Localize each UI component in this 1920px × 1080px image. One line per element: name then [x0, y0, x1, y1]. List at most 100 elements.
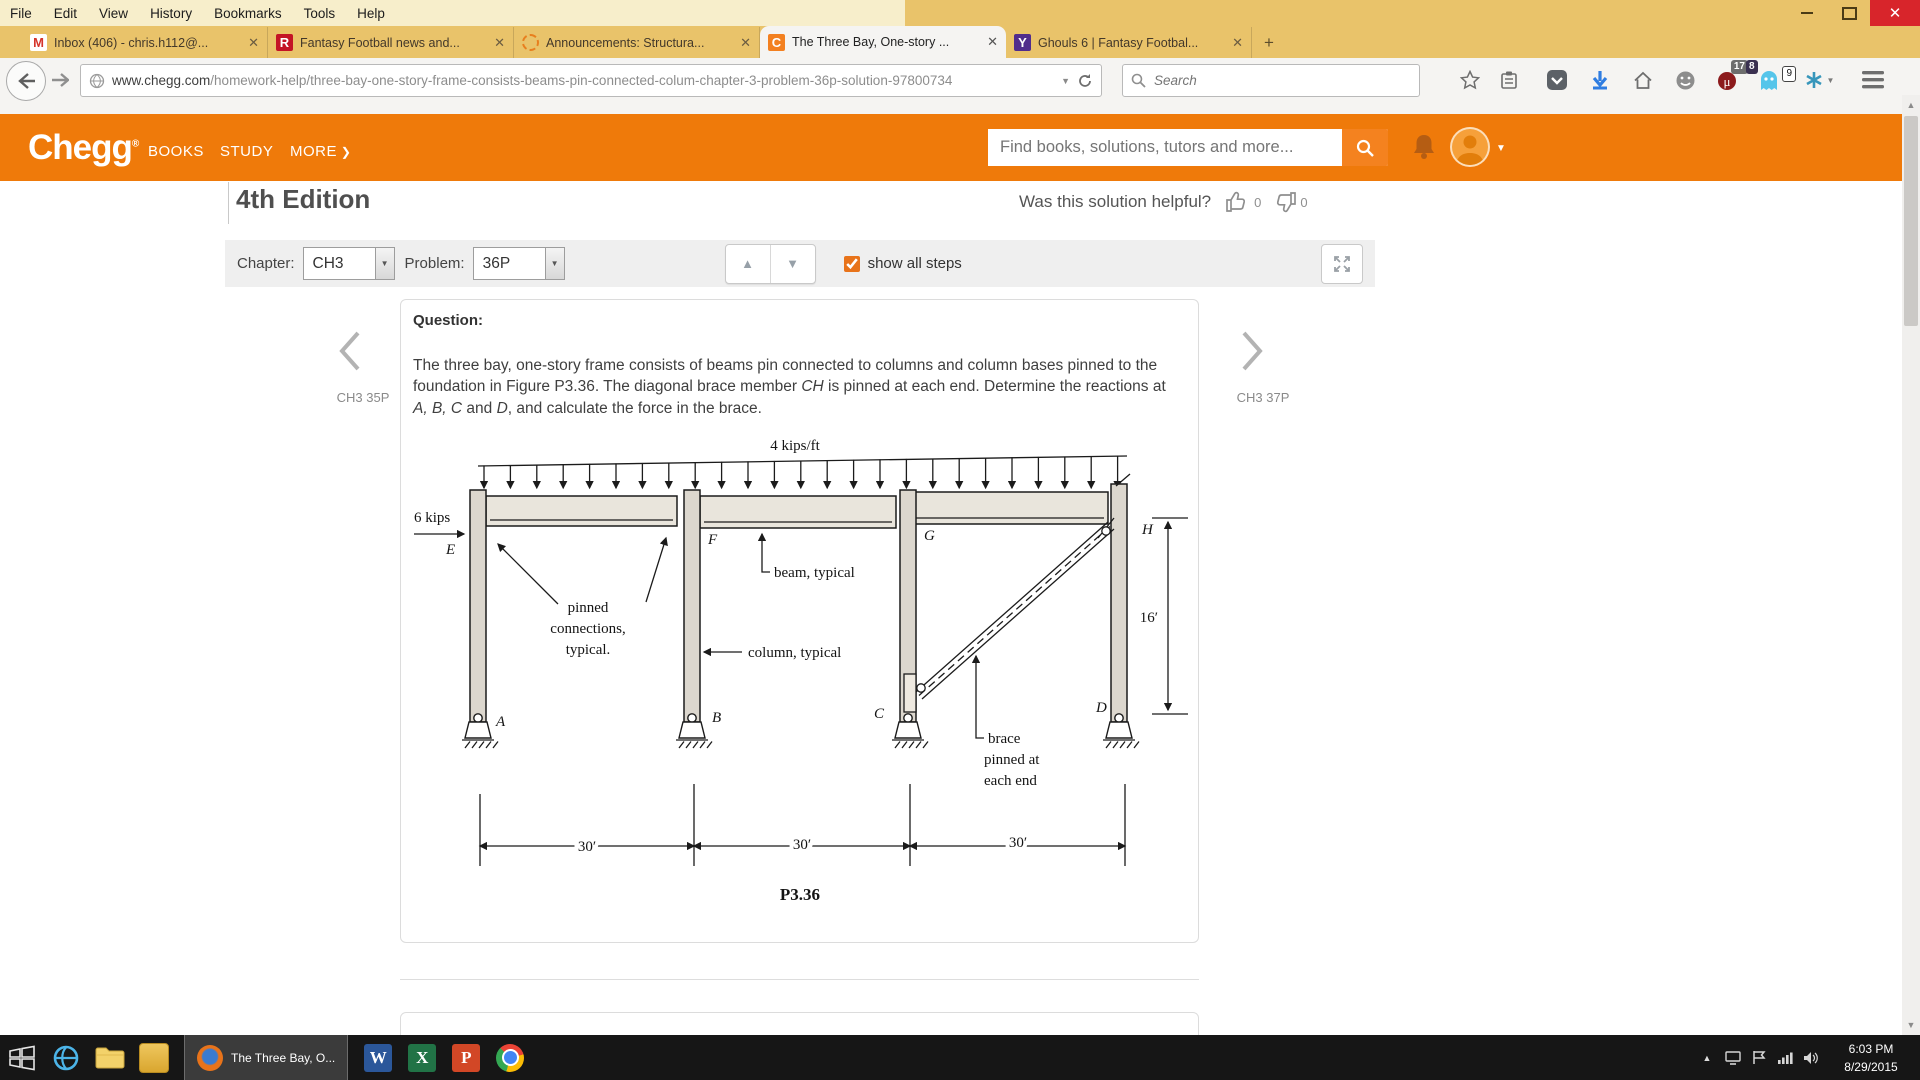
edition-title: 4th Edition [236, 184, 370, 215]
browser-search-bar[interactable] [1122, 64, 1420, 97]
firefox-icon [197, 1045, 223, 1071]
url-bar[interactable]: www.chegg.com/homework-help/three-bay-on… [80, 64, 1102, 97]
chegg-search-button[interactable] [1342, 129, 1388, 166]
menu-view[interactable]: View [99, 6, 128, 21]
bookmark-star-icon[interactable] [1453, 64, 1487, 96]
tray-display-icon[interactable] [1720, 1035, 1746, 1080]
yellow-app-icon[interactable] [132, 1035, 176, 1080]
bookmarks-clipboard-icon[interactable] [1492, 64, 1526, 96]
chegg-search-input[interactable] [988, 129, 1342, 166]
menu-tools[interactable]: Tools [304, 6, 336, 21]
node-F: F [707, 532, 718, 548]
minimize-button[interactable] [1786, 0, 1828, 26]
new-tab-button[interactable]: + [1252, 30, 1286, 56]
account-chevron-down-icon[interactable]: ▼ [1496, 143, 1506, 154]
column-FB [684, 490, 700, 722]
firefox-taskbar-button[interactable]: The Three Bay, O... [184, 1035, 348, 1080]
nav-books[interactable]: BOOKS [148, 143, 204, 160]
beam-3 [912, 492, 1108, 524]
tab-close-icon[interactable]: ✕ [488, 35, 505, 51]
tab-announcements[interactable]: Announcements: Structura... ✕ [514, 27, 760, 58]
menu-edit[interactable]: Edit [54, 6, 77, 21]
scrollbar-thumb[interactable] [1904, 116, 1918, 326]
tab-close-icon[interactable]: ✕ [242, 35, 259, 51]
tab-chegg-active[interactable]: C The Three Bay, One-story ... ✕ [760, 26, 1006, 58]
chegg-logo[interactable]: Chegg® [28, 130, 138, 165]
tab-fantasy-news[interactable]: R Fantasy Football news and... ✕ [268, 27, 514, 58]
tab-close-icon[interactable]: ✕ [1226, 35, 1243, 51]
node-C: C [874, 706, 885, 722]
url-dropdown-icon[interactable]: ▼ [1054, 76, 1077, 86]
taskbar-clock[interactable]: 6:03 PM 8/29/2015 [1830, 1040, 1912, 1076]
tab-close-icon[interactable]: ✕ [734, 35, 751, 51]
step-down-button[interactable]: ▼ [771, 245, 815, 283]
problem-select[interactable]: 36P ▼ [473, 247, 565, 280]
next-problem-chevron[interactable] [1240, 330, 1264, 372]
fullscreen-button[interactable] [1321, 244, 1363, 284]
share-icon[interactable]: ▼ [1798, 64, 1840, 96]
ghostery-icon[interactable]: 8 9 [1752, 64, 1786, 96]
powerpoint-icon[interactable]: P [444, 1035, 488, 1080]
tray-network-icon[interactable] [1772, 1035, 1798, 1080]
prev-problem-chevron[interactable] [338, 330, 362, 372]
tab-title: Ghouls 6 | Fantasy Footbal... [1038, 36, 1226, 50]
browser-search-input[interactable] [1152, 72, 1411, 89]
thumbs-up-button[interactable]: 0 [1225, 190, 1261, 214]
ghostery-badge: 8 [1746, 60, 1758, 74]
chrome-icon[interactable] [488, 1035, 532, 1080]
word-icon[interactable]: W [356, 1035, 400, 1080]
start-button[interactable] [0, 1035, 44, 1080]
divider [400, 979, 1199, 980]
menu-file[interactable]: File [10, 6, 32, 21]
smiley-icon[interactable] [1668, 64, 1702, 96]
close-button[interactable]: ✕ [1870, 0, 1920, 26]
menu-history[interactable]: History [150, 6, 192, 21]
tab-title: Fantasy Football news and... [300, 36, 488, 50]
home-icon[interactable] [1626, 64, 1660, 96]
step-up-button[interactable]: ▲ [726, 245, 771, 283]
svg-text:brace: brace [988, 731, 1021, 747]
tray-volume-icon[interactable] [1798, 1035, 1824, 1080]
tab-close-icon[interactable]: ✕ [981, 34, 998, 50]
next-problem-label[interactable]: CH3 37P [1218, 390, 1308, 405]
prev-problem-label[interactable]: CH3 35P [318, 390, 408, 405]
scroll-down-icon[interactable]: ▼ [1902, 1017, 1920, 1033]
chapter-select[interactable]: CH3 ▼ [303, 247, 395, 280]
show-all-steps-control: show all steps [844, 255, 962, 272]
forward-button[interactable] [48, 70, 72, 90]
svg-text:pinned: pinned [568, 600, 609, 616]
thumbs-down-icon [1271, 190, 1297, 214]
chegg-search-bar[interactable] [988, 129, 1388, 166]
show-all-steps-checkbox[interactable] [844, 256, 860, 272]
tray-action-center-flag-icon[interactable] [1746, 1035, 1772, 1080]
nav-study[interactable]: STUDY [220, 143, 273, 160]
node-G: G [924, 528, 935, 544]
tab-gmail-inbox[interactable]: M Inbox (406) - chris.h112@... ✕ [22, 27, 268, 58]
file-explorer-icon[interactable] [88, 1035, 132, 1080]
thumbs-down-button[interactable]: 0 [1271, 190, 1307, 214]
ublock-mu-icon[interactable]: μ 17 [1710, 64, 1744, 96]
avatar[interactable] [1450, 127, 1490, 167]
menu-help[interactable]: Help [357, 6, 385, 21]
internet-explorer-icon[interactable] [44, 1035, 88, 1080]
tab-yahoo-fantasy[interactable]: Y Ghouls 6 | Fantasy Footbal... ✕ [1006, 27, 1252, 58]
nav-more[interactable]: MORE ❯ [290, 143, 351, 160]
chegg-header: Chegg® BOOKS STUDY MORE ❯ ▼ [0, 114, 1920, 181]
excel-icon[interactable]: X [400, 1035, 444, 1080]
notifications-bell-icon[interactable] [1410, 132, 1438, 167]
menu-bookmarks[interactable]: Bookmarks [214, 6, 282, 21]
maximize-button[interactable] [1828, 0, 1870, 26]
hamburger-menu-icon[interactable] [1856, 64, 1890, 96]
reload-icon[interactable] [1077, 73, 1093, 89]
svg-text:typical.: typical. [566, 642, 611, 658]
search-icon [1356, 139, 1374, 157]
tab-title: The Three Bay, One-story ... [792, 35, 981, 49]
column-EA [470, 490, 486, 722]
pocket-chevron-icon[interactable] [1540, 64, 1574, 96]
download-arrow-icon[interactable] [1583, 64, 1617, 96]
side-load-label: 6 kips [414, 510, 450, 526]
scroll-up-icon[interactable]: ▲ [1902, 97, 1920, 113]
chapter-value: CH3 [304, 248, 375, 279]
tray-chevron-up-icon[interactable]: ▲ [1694, 1035, 1720, 1080]
back-button[interactable] [6, 61, 46, 101]
